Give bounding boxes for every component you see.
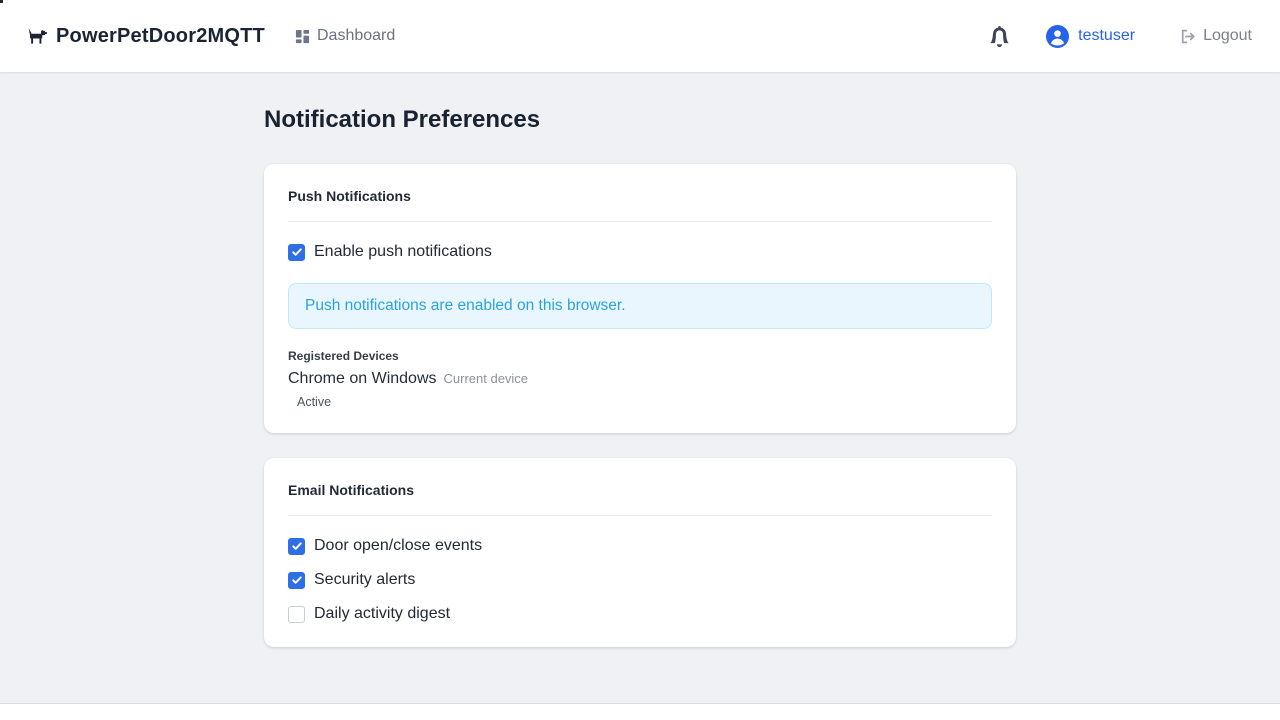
nav-dashboard[interactable]: Dashboard (295, 27, 395, 45)
push-status-alert: Push notifications are enabled on this b… (288, 283, 992, 329)
email-option-daily-activity-digest[interactable]: Daily activity digest (288, 605, 450, 623)
dashboard-icon (295, 29, 310, 44)
email-option-security-alerts[interactable]: Security alerts (288, 571, 415, 589)
checkbox-icon (288, 571, 305, 589)
card-divider (288, 515, 992, 516)
username-label: testuser (1078, 27, 1136, 44)
user-menu[interactable]: testuser (1046, 24, 1136, 48)
brand[interactable]: PowerPetDoor2MQTT (28, 25, 265, 48)
card-divider (288, 221, 992, 222)
email-card-title: Email Notifications (288, 482, 415, 498)
brand-title: PowerPetDoor2MQTT (56, 24, 265, 47)
push-card-title: Push Notifications (288, 188, 411, 204)
corner-artifact (0, 0, 3, 3)
checkbox-label: Daily activity digest (314, 605, 451, 622)
device-current-note: Current device (443, 371, 529, 386)
push-notifications-card: Push Notifications Enable push notificat… (264, 164, 1016, 433)
checkbox-icon (288, 243, 305, 261)
box-arrow-right-icon (1179, 28, 1196, 45)
top-navbar: PowerPetDoor2MQTT Dashboard testuser Log… (0, 0, 1280, 72)
email-options-list: Door open/close events Security alerts Dai… (288, 537, 992, 623)
checkbox-label: Door open/close events (314, 537, 483, 554)
email-option-door-open-close-events[interactable]: Door open/close events (288, 537, 482, 555)
bell-icon (989, 25, 1010, 47)
person-circle-icon (1046, 24, 1070, 48)
checkbox-icon (288, 605, 305, 623)
logout-button[interactable]: Logout (1179, 27, 1252, 45)
enable-push-checkbox[interactable]: Enable push notifications (288, 243, 492, 261)
logout-label: Logout (1203, 27, 1252, 44)
device-name: Chrome on Windows (288, 370, 437, 387)
main-content: Notification Preferences Push Notificati… (0, 72, 1280, 703)
nav-dashboard-label: Dashboard (316, 27, 396, 44)
checkbox-label: Security alerts (314, 571, 416, 588)
checkbox-label: Enable push notifications (314, 243, 492, 260)
email-notifications-card: Email Notifications Door open/close even… (264, 458, 1016, 647)
notifications-bell-button[interactable] (989, 25, 1010, 47)
device-row: Chrome on Windows Current device (288, 370, 992, 388)
checkbox-icon (288, 537, 305, 555)
device-status: Active (297, 395, 332, 409)
registered-devices-label: Registered Devices (288, 349, 399, 363)
page-title: Notification Preferences (264, 106, 541, 133)
page-footer (0, 703, 1280, 720)
dog-logo-icon (28, 28, 47, 45)
